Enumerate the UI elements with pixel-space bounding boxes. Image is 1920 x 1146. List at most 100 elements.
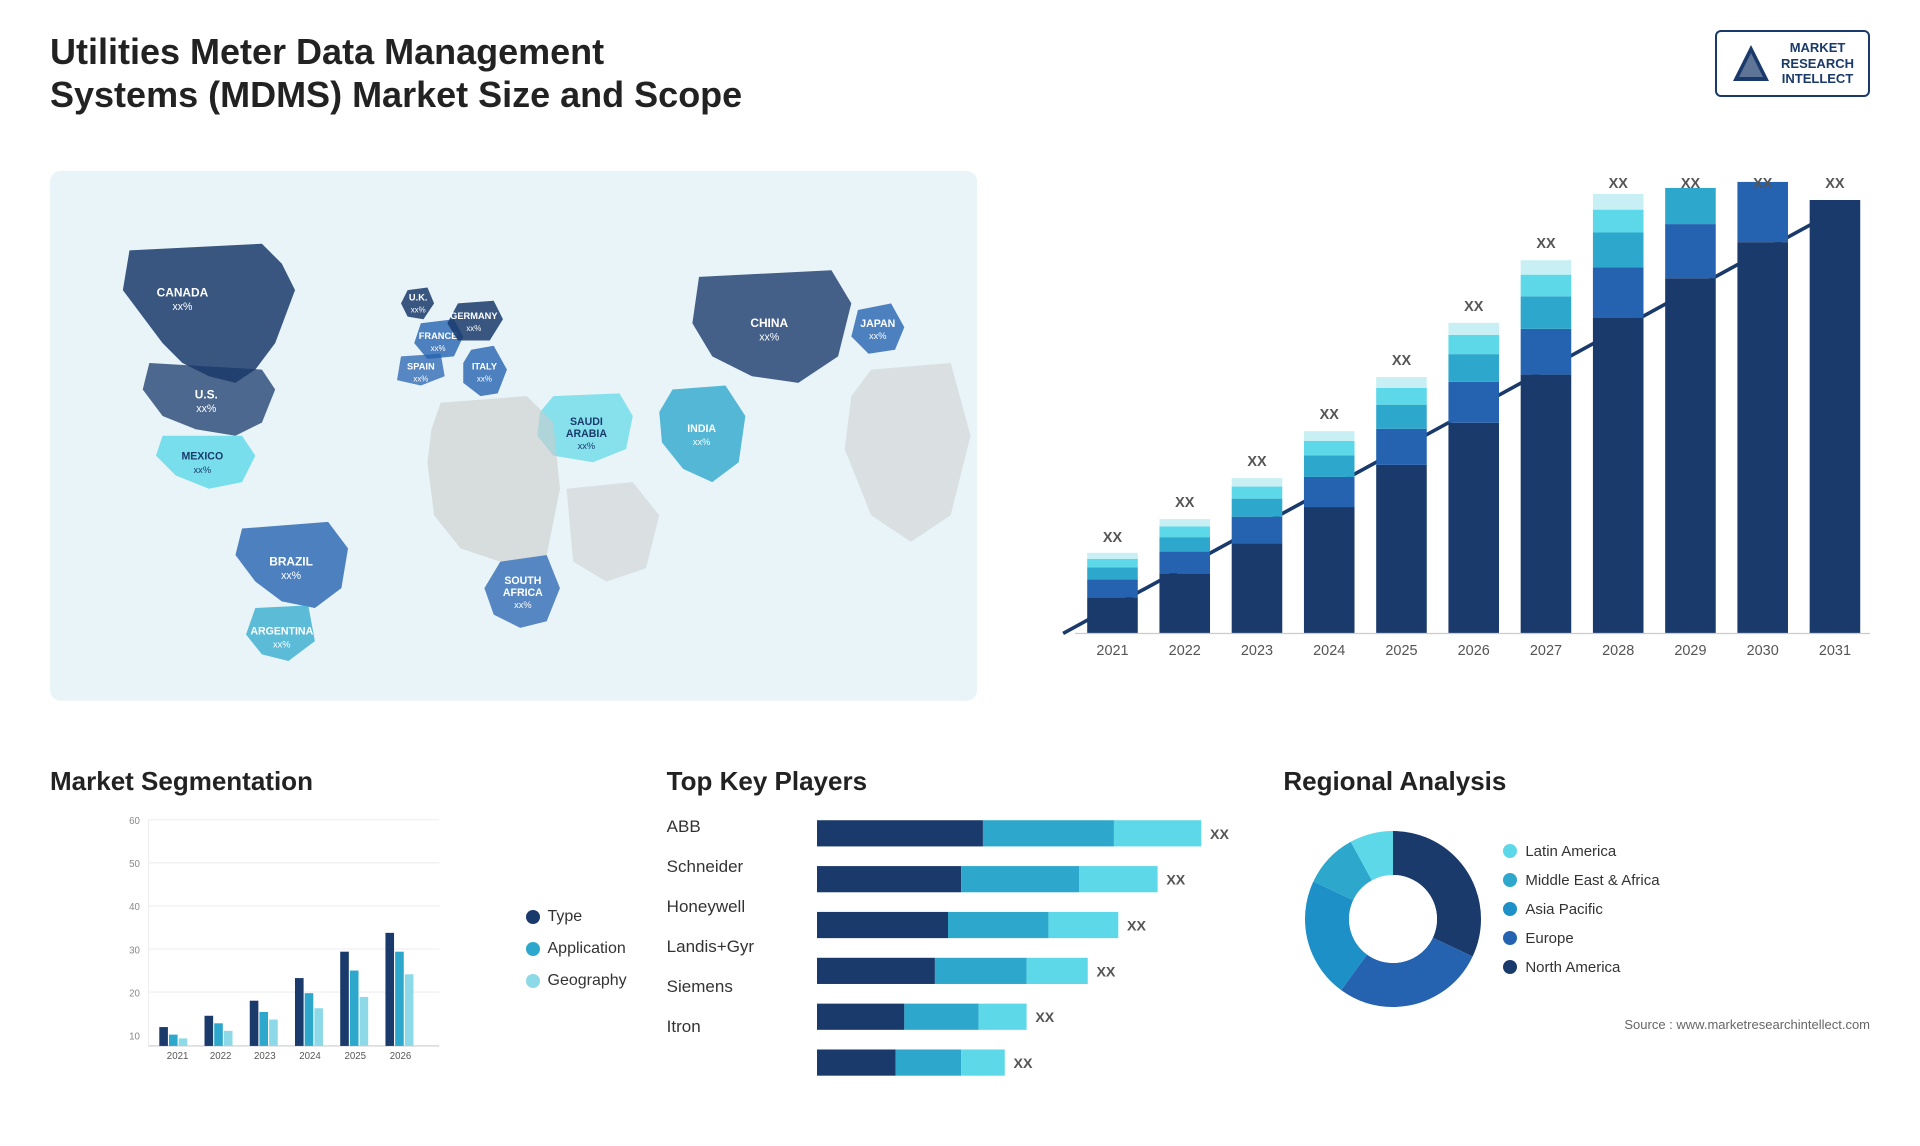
svg-text:XX: XX [1392,353,1412,369]
svg-text:FRANCE: FRANCE [419,331,458,341]
legend-type-dot [526,910,540,924]
players-bars-container: XX XX XX [817,809,1254,1120]
svg-text:ARABIA: ARABIA [566,429,607,441]
svg-text:xx%: xx% [413,375,428,384]
svg-text:2024: 2024 [1313,644,1345,660]
svg-text:xx%: xx% [693,437,711,447]
svg-text:XX: XX [1753,176,1773,192]
latin-america-dot [1503,844,1517,858]
svg-text:SAUDI: SAUDI [570,417,603,429]
logo-icon [1731,43,1771,83]
svg-text:2027: 2027 [1530,644,1562,660]
svg-text:BRAZIL: BRAZIL [269,555,313,569]
svg-text:XX: XX [1127,918,1146,934]
mea-dot [1503,873,1517,887]
svg-text:2028: 2028 [1602,644,1634,660]
north-america-dot [1503,960,1517,974]
svg-text:XX: XX [1609,176,1629,192]
legend-mea: Middle East & Africa [1503,872,1659,889]
legend-application: Application [526,940,627,958]
svg-text:CANADA: CANADA [157,286,209,300]
page-title: Utilities Meter Data Management Systems … [50,30,750,116]
svg-text:xx%: xx% [431,344,446,353]
players-section: Top Key Players ABB Schneider Honeywell … [667,756,1254,1116]
legend-type: Type [526,908,627,926]
svg-text:2030: 2030 [1747,644,1779,660]
svg-text:JAPAN: JAPAN [860,319,895,331]
svg-text:XX: XX [1320,408,1340,424]
svg-text:2023: 2023 [1241,644,1273,660]
svg-text:MEXICO: MEXICO [181,451,223,463]
svg-text:GERMANY: GERMANY [450,312,498,322]
svg-text:ITALY: ITALY [472,362,498,372]
players-bars-svg: XX XX XX [817,809,1254,1120]
segmentation-title: Market Segmentation [50,766,637,797]
svg-text:XX: XX [1013,1056,1032,1072]
svg-text:2031: 2031 [1819,644,1851,660]
regional-title: Regional Analysis [1283,766,1870,797]
svg-text:XX: XX [1681,176,1701,192]
svg-text:XX: XX [1096,964,1115,980]
legend-north-america: North America [1503,959,1659,976]
regional-section: Regional Analysis [1283,756,1870,1116]
player-honeywell: Honeywell [667,897,797,917]
svg-text:xx%: xx% [466,325,481,334]
svg-text:xx%: xx% [273,640,291,650]
world-map-section: CANADA xx% U.S. xx% MEXICO xx% BRAZIL xx… [50,136,977,736]
svg-text:10: 10 [129,1031,140,1042]
svg-text:40: 40 [129,902,140,913]
world-map-svg: CANADA xx% U.S. xx% MEXICO xx% BRAZIL xx… [50,136,977,736]
svg-text:xx%: xx% [477,375,492,384]
svg-text:2025: 2025 [345,1051,367,1062]
asia-pacific-dot [1503,902,1517,916]
svg-text:xx%: xx% [194,465,212,475]
svg-text:xx%: xx% [514,600,532,610]
svg-text:XX: XX [1210,827,1229,843]
legend-geography-dot [526,974,540,988]
svg-text:SOUTH: SOUTH [504,576,541,588]
player-abb: ABB [667,817,797,837]
segmentation-legend: Type Application Geography [526,809,637,1089]
svg-text:SPAIN: SPAIN [407,362,435,372]
svg-text:U.S.: U.S. [195,388,218,402]
svg-text:xx%: xx% [172,301,193,313]
svg-text:XX: XX [1166,873,1185,889]
svg-text:XX: XX [1464,299,1484,315]
svg-text:2026: 2026 [390,1051,412,1062]
legend-asia-pacific: Asia Pacific [1503,901,1659,918]
svg-text:XX: XX [1247,454,1267,470]
header: Utilities Meter Data Management Systems … [50,30,1870,116]
svg-text:2022: 2022 [1169,644,1201,660]
player-itron: Itron [667,1017,797,1037]
svg-text:2024: 2024 [299,1051,321,1062]
segmentation-section: Market Segmentation 60 50 [50,756,637,1116]
legend-europe: Europe [1503,930,1659,947]
donut-svg [1283,809,1503,1029]
players-names: ABB Schneider Honeywell Landis+Gyr Sieme… [667,809,797,1120]
svg-text:xx%: xx% [869,331,887,341]
player-siemens: Siemens [667,977,797,997]
legend-application-dot [526,942,540,956]
svg-text:2022: 2022 [210,1051,232,1062]
player-schneider: Schneider [667,857,797,877]
svg-text:xx%: xx% [411,306,426,315]
svg-text:2026: 2026 [1458,644,1490,660]
donut-chart [1283,809,1483,1009]
svg-text:2023: 2023 [254,1051,276,1062]
svg-text:20: 20 [129,988,140,999]
svg-text:XX: XX [1825,176,1845,192]
segmentation-svg: 60 50 40 30 20 10 2021 [50,809,506,1089]
svg-text:INDIA: INDIA [687,423,716,435]
growth-chart-section: XX XX XX XX [1007,136,1870,736]
svg-text:XX: XX [1103,530,1123,546]
players-content: ABB Schneider Honeywell Landis+Gyr Sieme… [667,809,1254,1120]
logo-text: MARKET RESEARCH INTELLECT [1781,40,1854,87]
svg-text:xx%: xx% [196,403,217,415]
player-landis: Landis+Gyr [667,937,797,957]
svg-text:XX: XX [1035,1010,1054,1026]
svg-text:XX: XX [1175,495,1195,511]
europe-dot [1503,931,1517,945]
svg-text:60: 60 [129,816,140,827]
svg-text:xx%: xx% [578,441,596,451]
svg-text:xx%: xx% [759,332,780,344]
